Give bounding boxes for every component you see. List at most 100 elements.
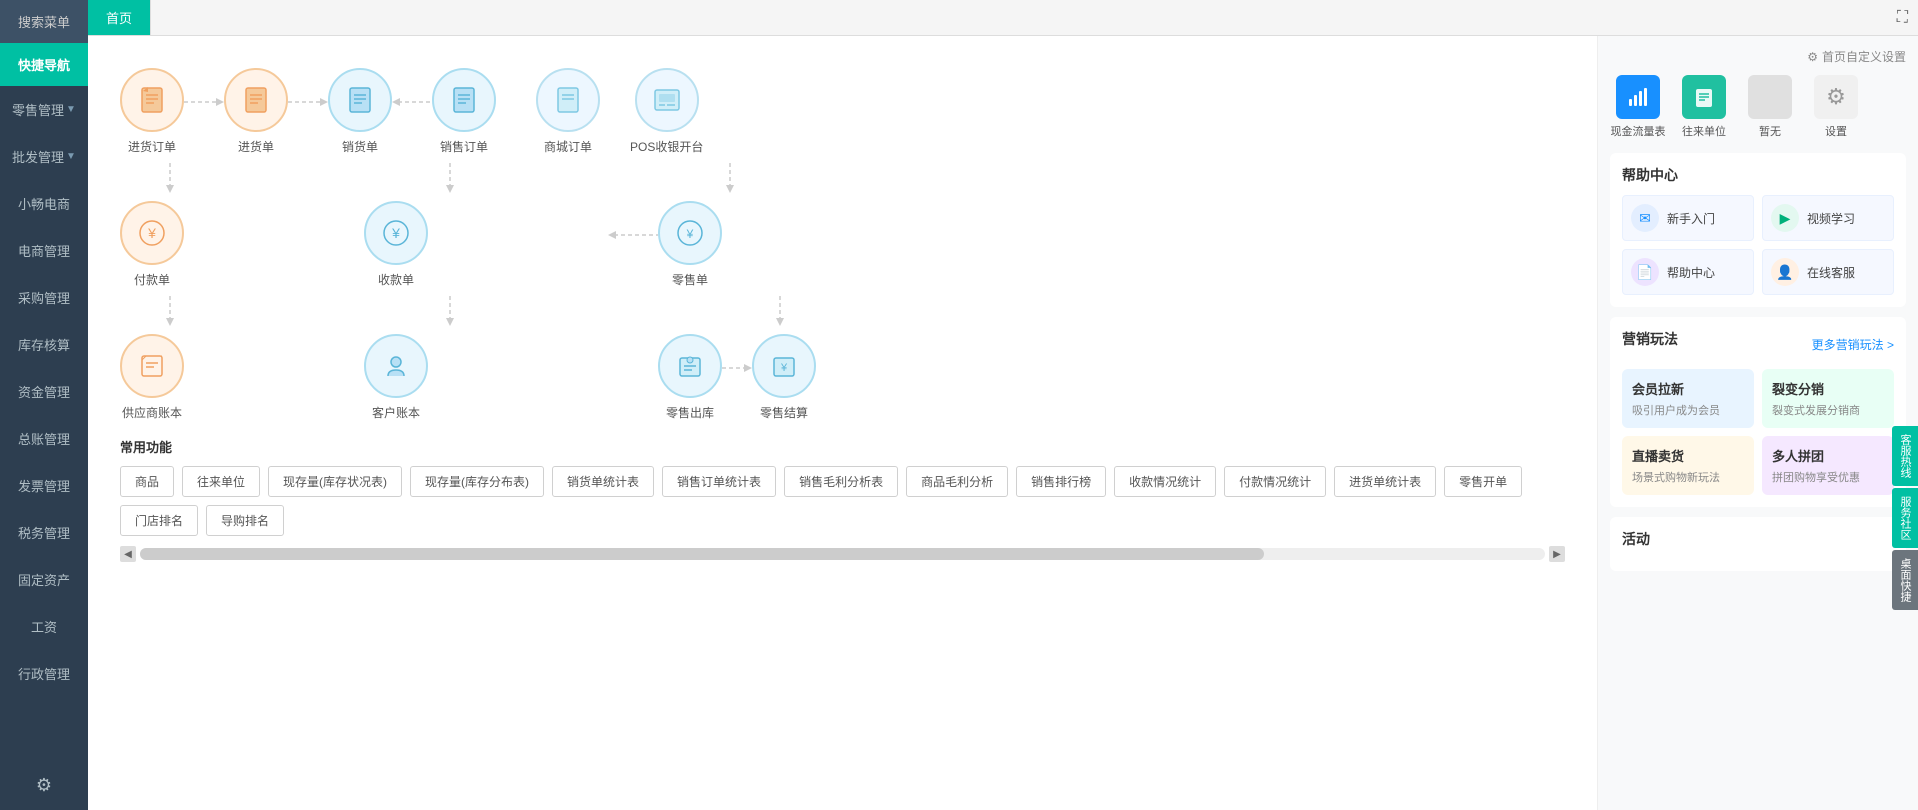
cashflow-label: 现金流量表 (1611, 123, 1666, 139)
sidebar-item-finance[interactable]: 资金管理 (0, 368, 88, 415)
beginner-icon: ✉ (1631, 204, 1659, 232)
sidebar-settings[interactable]: ⚙ (0, 761, 88, 810)
quick-icon-settings[interactable]: ⚙ 设置 (1808, 75, 1864, 139)
marketing-item-0[interactable]: 会员拉新 吸引用户成为会员 (1622, 369, 1754, 428)
svg-text:¥: ¥ (147, 225, 156, 241)
sidebar-item-purchase[interactable]: 采购管理 (0, 274, 88, 321)
float-btn-desktop[interactable]: 桌面快捷 (1892, 550, 1918, 610)
help-item-video[interactable]: ▶ 视频学习 (1762, 195, 1894, 241)
flow-diagram: 进货订单 进货单 (104, 52, 1581, 578)
video-label: 视频学习 (1807, 210, 1855, 227)
scroll-left-arrow[interactable]: ◀ (120, 546, 136, 562)
payment-out-icon: ¥ (120, 201, 184, 265)
main-area: 首页 ⛶ 进货订单 (88, 0, 1918, 810)
common-func-title: 常用功能 (120, 437, 1565, 456)
quick-icon-cashflow[interactable]: 现金流量表 (1610, 75, 1666, 139)
payment-in-icon: ¥ (364, 201, 428, 265)
sidebar: 搜索菜单 快捷导航 零售管理 ▼ 批发管理 ▼ 小畅电商 电商管理 采购管理 库… (0, 0, 88, 810)
marketing-desc-3: 拼团购物享受优惠 (1772, 469, 1884, 485)
quick-icon-partners[interactable]: 往来单位 (1676, 75, 1732, 139)
func-btn-14[interactable]: 导购排名 (206, 505, 284, 536)
content-area: 进货订单 进货单 (88, 36, 1918, 810)
flow-node-mall-order[interactable]: 商城订单 (536, 68, 600, 155)
sidebar-item-salary[interactable]: 工资 (0, 603, 88, 650)
help-item-beginner[interactable]: ✉ 新手入门 (1622, 195, 1754, 241)
flow-node-retail-settle[interactable]: ¥ 零售结算 (752, 334, 816, 421)
sidebar-item-assets[interactable]: 固定资产 (0, 556, 88, 603)
marketing-title-3: 多人拼团 (1772, 446, 1884, 465)
flow-node-payment-out[interactable]: ¥ 付款单 (120, 201, 184, 288)
purchase-bill-icon (224, 68, 288, 132)
sales-bill-icon (328, 68, 392, 132)
flow-node-payment-in[interactable]: ¥ 收款单 (364, 201, 428, 288)
svg-text:¥: ¥ (391, 225, 400, 241)
sidebar-item-retail[interactable]: 零售管理 ▼ (0, 86, 88, 133)
float-btn-community[interactable]: 服务社区 (1892, 488, 1918, 548)
sidebar-item-ledger[interactable]: 总账管理 (0, 415, 88, 462)
empty-icon (1748, 75, 1792, 119)
func-btn-2[interactable]: 现存量(库存状况表) (268, 466, 402, 497)
customer-account-label: 客户账本 (372, 404, 420, 421)
help-item-help[interactable]: 📄 帮助中心 (1622, 249, 1754, 295)
floating-buttons: 客服热线 服务社区 桌面快捷 (1892, 426, 1918, 610)
flow-node-supplier-account[interactable]: 供应商账本 (120, 334, 184, 421)
pos-icon (635, 68, 699, 132)
flow-node-customer-account[interactable]: 客户账本 (364, 334, 428, 421)
customize-settings[interactable]: ⚙ 首页自定义设置 (1610, 48, 1906, 65)
marketing-desc-2: 场景式购物新玩法 (1632, 469, 1744, 485)
marketing-item-3[interactable]: 多人拼团 拼团购物享受优惠 (1762, 436, 1894, 495)
func-btn-10[interactable]: 付款情况统计 (1224, 466, 1326, 497)
sidebar-item-inventory[interactable]: 库存核算 (0, 321, 88, 368)
help-title: 帮助中心 (1622, 165, 1894, 185)
flow-node-pos[interactable]: POS收银开台 (630, 68, 703, 155)
float-btn-service[interactable]: 客服热线 (1892, 426, 1918, 486)
func-btn-5[interactable]: 销售订单统计表 (662, 466, 776, 497)
func-btn-7[interactable]: 商品毛利分析 (906, 466, 1008, 497)
marketing-title: 营销玩法 (1622, 329, 1678, 349)
quick-icon-empty[interactable]: 暂无 (1742, 75, 1798, 139)
search-menu[interactable]: 搜索菜单 (0, 0, 88, 43)
flow-node-purchase-bill[interactable]: 进货单 (224, 68, 288, 155)
sidebar-item-ecom[interactable]: 小畅电商 (0, 180, 88, 227)
flow-node-retail-bill[interactable]: ¥ 零售单 (658, 201, 722, 288)
sidebar-item-tax[interactable]: 税务管理 (0, 509, 88, 556)
func-btn-12[interactable]: 零售开单 (1444, 466, 1522, 497)
func-btn-3[interactable]: 现存量(库存分布表) (410, 466, 544, 497)
func-btn-11[interactable]: 进货单统计表 (1334, 466, 1436, 497)
sidebar-item-invoice[interactable]: 发票管理 (0, 462, 88, 509)
func-btn-8[interactable]: 销售排行榜 (1016, 466, 1106, 497)
more-marketing-link[interactable]: 更多营销玩法 > (1812, 336, 1894, 353)
retail-out-icon (658, 334, 722, 398)
horizontal-scrollbar[interactable]: ◀ ▶ (120, 546, 1565, 562)
mall-order-icon (536, 68, 600, 132)
supplier-account-label: 供应商账本 (122, 404, 182, 421)
service-label: 在线客服 (1807, 264, 1855, 281)
flow-node-retail-out[interactable]: 零售出库 (658, 334, 722, 421)
retail-settle-label: 零售结算 (760, 404, 808, 421)
marketing-desc-0: 吸引用户成为会员 (1632, 402, 1744, 418)
help-item-service[interactable]: 👤 在线客服 (1762, 249, 1894, 295)
tab-home[interactable]: 首页 (88, 0, 151, 35)
func-btn-4[interactable]: 销货单统计表 (552, 466, 654, 497)
scrollbar-track[interactable] (140, 548, 1545, 560)
marketing-item-1[interactable]: 裂变分销 裂变式发展分销商 (1762, 369, 1894, 428)
flow-node-purchase-order[interactable]: 进货订单 (120, 68, 184, 155)
sidebar-item-admin[interactable]: 行政管理 (0, 650, 88, 697)
marketing-item-2[interactable]: 直播卖货 场景式购物新玩法 (1622, 436, 1754, 495)
help-doc-label: 帮助中心 (1667, 264, 1715, 281)
flow-node-sales-order[interactable]: 销售订单 (432, 68, 496, 155)
left-panel: 进货订单 进货单 (88, 36, 1598, 810)
func-btn-6[interactable]: 销售毛利分析表 (784, 466, 898, 497)
purchase-order-label: 进货订单 (128, 138, 176, 155)
fullscreen-icon[interactable]: ⛶ (1887, 0, 1918, 35)
func-btn-0[interactable]: 商品 (120, 466, 174, 497)
func-btn-1[interactable]: 往来单位 (182, 466, 260, 497)
quick-nav[interactable]: 快捷导航 (0, 43, 88, 86)
sidebar-item-wholesale[interactable]: 批发管理 ▼ (0, 133, 88, 180)
func-btn-9[interactable]: 收款情况统计 (1114, 466, 1216, 497)
func-btn-13[interactable]: 门店排名 (120, 505, 198, 536)
scroll-right-arrow[interactable]: ▶ (1549, 546, 1565, 562)
sidebar-item-ecom-mgmt[interactable]: 电商管理 (0, 227, 88, 274)
flow-node-sales-bill[interactable]: 销货单 (328, 68, 392, 155)
svg-text:¥: ¥ (780, 362, 788, 374)
